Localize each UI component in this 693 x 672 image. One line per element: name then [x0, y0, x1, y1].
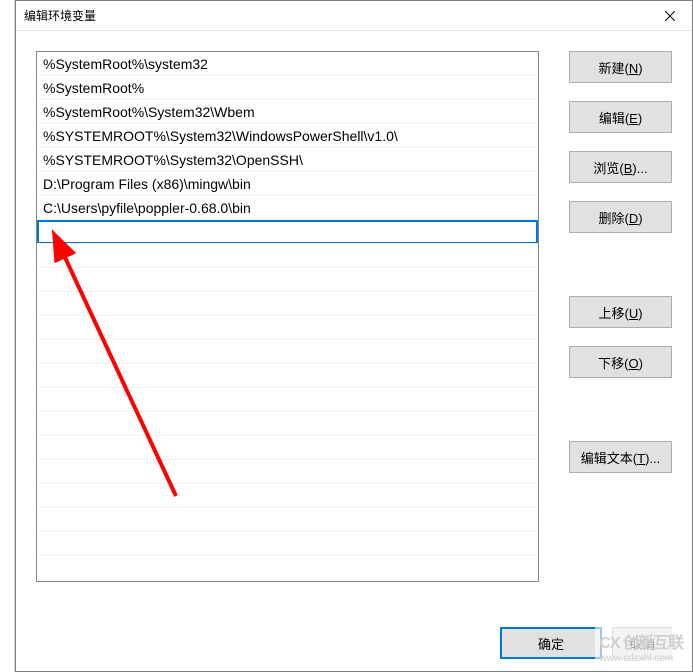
path-item-new[interactable]	[37, 220, 538, 244]
close-button[interactable]	[647, 1, 692, 30]
edit-env-var-dialog: 编辑环境变量 %SystemRoot%\system32 %SystemRoot…	[15, 0, 693, 672]
button-label: 确定	[538, 634, 564, 653]
new-button[interactable]: 新建(N)	[569, 51, 672, 83]
path-item[interactable]: C:\Users\pyfile\poppler-0.68.0\bin	[37, 196, 538, 220]
move-up-button[interactable]: 上移(U)	[569, 296, 672, 328]
path-item[interactable]: D:\Program Files (x86)\mingw\bin	[37, 172, 538, 196]
path-listbox[interactable]: %SystemRoot%\system32 %SystemRoot% %Syst…	[36, 51, 539, 582]
listbox-empty-area[interactable]	[37, 244, 538, 581]
new-path-input[interactable]	[38, 221, 537, 243]
ok-button[interactable]: 确定	[500, 627, 602, 659]
bottom-button-row: 确定 取消	[16, 609, 692, 671]
watermark-url: www.cdcxhl.com	[599, 653, 683, 664]
button-label: 新建(N)	[598, 58, 642, 77]
button-label: 浏览(B)...	[593, 158, 647, 177]
watermark: CX 创新互联 www.cdcxhl.com	[595, 627, 687, 666]
browse-button[interactable]: 浏览(B)...	[569, 151, 672, 183]
watermark-brand: CX 创新互联	[599, 635, 683, 652]
path-item[interactable]: %SystemRoot%	[37, 76, 538, 100]
button-label: 删除(D)	[598, 208, 642, 227]
button-label: 编辑(E)	[599, 108, 642, 127]
path-item[interactable]: %SYSTEMROOT%\System32\OpenSSH\	[37, 148, 538, 172]
button-label: 编辑文本(T)...	[581, 448, 661, 467]
path-item[interactable]: %SYSTEMROOT%\System32\WindowsPowerShell\…	[37, 124, 538, 148]
titlebar: 编辑环境变量	[16, 1, 692, 31]
path-item[interactable]: %SystemRoot%\System32\Wbem	[37, 100, 538, 124]
dialog-title: 编辑环境变量	[24, 7, 96, 24]
background-strip	[0, 0, 15, 672]
edit-button[interactable]: 编辑(E)	[569, 101, 672, 133]
button-label: 上移(U)	[598, 303, 642, 322]
button-sidebar: 新建(N) 编辑(E) 浏览(B)... 删除(D) 上移(U) 下移(O) 编…	[539, 51, 672, 582]
path-item[interactable]: %SystemRoot%\system32	[37, 52, 538, 76]
move-down-button[interactable]: 下移(O)	[569, 346, 672, 378]
delete-button[interactable]: 删除(D)	[569, 201, 672, 233]
close-icon	[665, 11, 675, 21]
button-label: 下移(O)	[598, 353, 643, 372]
edit-text-button[interactable]: 编辑文本(T)...	[569, 441, 672, 473]
dialog-content: %SystemRoot%\system32 %SystemRoot% %Syst…	[16, 31, 692, 582]
